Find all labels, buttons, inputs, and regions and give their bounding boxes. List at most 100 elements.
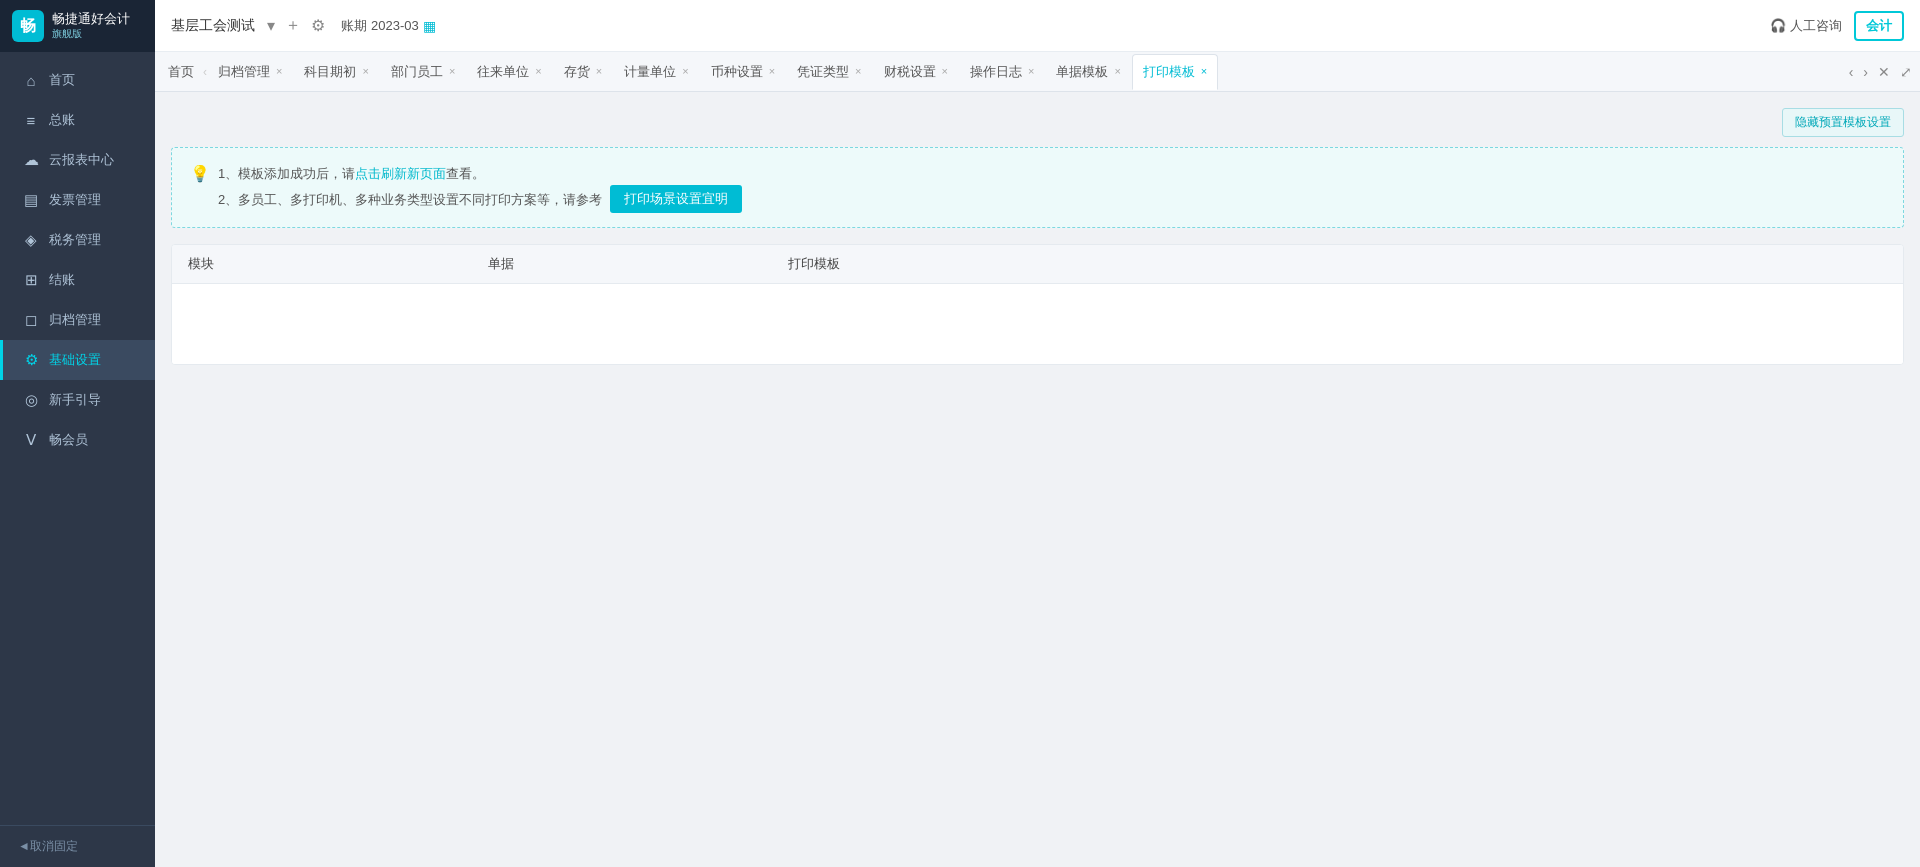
th-doc: 单据 <box>472 245 772 283</box>
bulb-icon: 💡 <box>190 164 210 183</box>
tab-archive-mgmt[interactable]: 归档管理 × <box>207 54 293 90</box>
sidebar-item-closing[interactable]: ⊞ 结账 <box>0 260 155 300</box>
tab-subject-init[interactable]: 科目期初 × <box>293 54 379 90</box>
sidebar-label-tax: 税务管理 <box>49 231 101 249</box>
app-edition: 旗舰版 <box>52 27 130 41</box>
notice-text-block: 1、模板添加成功后，请点击刷新新页面查看。 2、多员工、多打印机、多种业务类型设… <box>218 162 742 213</box>
sidebar-item-home[interactable]: ⌂ 首页 <box>0 60 155 100</box>
tab-suppliers-label: 往来单位 <box>477 63 529 81</box>
calendar-icon[interactable]: ▦ <box>423 18 436 34</box>
sidebar-label-cloud-report: 云报表中心 <box>49 151 114 169</box>
service-label: 人工咨询 <box>1790 17 1842 35</box>
period-value: 2023-03 <box>371 18 419 33</box>
tab-expand-icon[interactable]: ⤢ <box>1896 62 1916 82</box>
sidebar-item-cloud-report[interactable]: ☁ 云报表中心 <box>0 140 155 180</box>
invoice-icon: ▤ <box>21 191 41 209</box>
logo-text-block: 畅捷通好会计 旗舰版 <box>52 11 130 42</box>
tab-unit[interactable]: 计量单位 × <box>613 54 699 90</box>
company-name[interactable]: 基层工会测试 <box>171 17 255 35</box>
sidebar-label-ledger: 总账 <box>49 111 75 129</box>
notice-line2-prefix: 2、多员工、多打印机、多种业务类型设置不同打印方案等，请参考 <box>218 188 602 211</box>
tab-op-log[interactable]: 操作日志 × <box>959 54 1045 90</box>
tax-icon: ◈ <box>21 231 41 249</box>
tab-inventory[interactable]: 存货 × <box>553 54 613 90</box>
company-name-text: 基层工会测试 <box>171 17 255 35</box>
archive-icon: ◻ <box>21 311 41 329</box>
period-label: 账期 <box>341 17 367 35</box>
tab-bar: 首页 ‹ 归档管理 × 科目期初 × 部门员工 × 往来单位 × 存货 × 计量… <box>155 52 1920 92</box>
sidebar-label-invoice: 发票管理 <box>49 191 101 209</box>
tab-close-all-icon[interactable]: ✕ <box>1874 62 1894 82</box>
print-template-table: 模块 单据 打印模板 <box>171 244 1904 365</box>
tab-currency-label: 币种设置 <box>711 63 763 81</box>
tab-subject-init-label: 科目期初 <box>304 63 356 81</box>
tabbar-end-controls: ‹ › ✕ ⤢ <box>1845 62 1916 82</box>
sidebar-item-ledger[interactable]: ≡ 总账 <box>0 100 155 140</box>
tab-print-template-close[interactable]: × <box>1201 66 1207 77</box>
sidebar-logo: 畅 畅捷通好会计 旗舰版 <box>0 0 155 52</box>
notice-line1-prefix: 1、模板添加成功后，请 <box>218 166 355 181</box>
dropdown-arrow-icon[interactable]: ▾ <box>267 16 275 35</box>
sidebar-unpin-btn[interactable]: ◄取消固定 <box>0 825 155 867</box>
table-header: 模块 单据 打印模板 <box>172 245 1903 284</box>
sidebar-item-archive[interactable]: ◻ 归档管理 <box>0 300 155 340</box>
sidebar-label-home: 首页 <box>49 71 75 89</box>
print-explain-button[interactable]: 打印场景设置宜明 <box>610 185 742 213</box>
add-company-icon[interactable]: ＋ <box>285 15 301 36</box>
tab-unit-close[interactable]: × <box>682 66 688 77</box>
service-button[interactable]: 🎧 人工咨询 <box>1770 17 1842 35</box>
tab-print-template[interactable]: 打印模板 × <box>1132 54 1218 90</box>
notice-line1-suffix: 查看。 <box>446 166 485 181</box>
tab-op-log-close[interactable]: × <box>1028 66 1034 77</box>
logo-icon: 畅 <box>12 10 44 42</box>
sidebar-item-basic[interactable]: ⚙ 基础设置 <box>0 340 155 380</box>
tab-home-label: 首页 <box>168 63 194 81</box>
settings-icon[interactable]: ⚙ <box>311 16 325 35</box>
topbar: 基层工会测试 ▾ ＋ ⚙ 账期 2023-03 ▦ 🎧 人工咨询 会计 <box>155 0 1920 52</box>
tab-next-icon[interactable]: › <box>1859 62 1872 82</box>
tab-suppliers-close[interactable]: × <box>535 66 541 77</box>
sidebar: 畅 畅捷通好会计 旗舰版 ⌂ 首页 ≡ 总账 ☁ 云报表中心 ▤ 发票管理 ◈ … <box>0 0 155 867</box>
tab-dept-staff-label: 部门员工 <box>391 63 443 81</box>
tab-voucher-type[interactable]: 凭证类型 × <box>786 54 872 90</box>
tab-archive-mgmt-close[interactable]: × <box>276 66 282 77</box>
home-icon: ⌂ <box>21 72 41 89</box>
sidebar-nav: ⌂ 首页 ≡ 总账 ☁ 云报表中心 ▤ 发票管理 ◈ 税务管理 ⊞ 结账 ◻ 归… <box>0 52 155 825</box>
th-template: 打印模板 <box>772 245 1903 283</box>
ledger-icon: ≡ <box>21 112 41 129</box>
sidebar-item-guide[interactable]: ◎ 新手引导 <box>0 380 155 420</box>
kuaiji-label: 会计 <box>1866 18 1892 33</box>
sidebar-item-invoice[interactable]: ▤ 发票管理 <box>0 180 155 220</box>
tab-single-template[interactable]: 单据模板 × <box>1045 54 1131 90</box>
tab-single-template-close[interactable]: × <box>1114 66 1120 77</box>
tab-dept-staff-close[interactable]: × <box>449 66 455 77</box>
sidebar-item-tax[interactable]: ◈ 税务管理 <box>0 220 155 260</box>
kuaiji-button[interactable]: 会计 <box>1854 11 1904 41</box>
tab-unit-label: 计量单位 <box>624 63 676 81</box>
notice-refresh-link[interactable]: 点击刷新新页面 <box>355 166 446 181</box>
tab-voucher-type-close[interactable]: × <box>855 66 861 77</box>
basic-icon: ⚙ <box>21 351 41 369</box>
sidebar-item-member[interactable]: Ⅴ 畅会员 <box>0 420 155 460</box>
tab-tax-setting-label: 财税设置 <box>884 63 936 81</box>
tab-dept-staff[interactable]: 部门员工 × <box>380 54 466 90</box>
tab-tax-setting-close[interactable]: × <box>942 66 948 77</box>
tab-inventory-close[interactable]: × <box>596 66 602 77</box>
tab-tax-setting[interactable]: 财税设置 × <box>873 54 959 90</box>
tab-suppliers[interactable]: 往来单位 × <box>466 54 552 90</box>
tab-print-template-label: 打印模板 <box>1143 63 1195 81</box>
cloud-report-icon: ☁ <box>21 151 41 169</box>
sidebar-label-closing: 结账 <box>49 271 75 289</box>
guide-icon: ◎ <box>21 391 41 409</box>
tab-currency-close[interactable]: × <box>769 66 775 77</box>
topbar-actions: ▾ ＋ ⚙ <box>267 15 325 36</box>
tab-home[interactable]: 首页 <box>159 54 203 90</box>
notice-line2: 2、多员工、多打印机、多种业务类型设置不同打印方案等，请参考 打印场景设置宜明 <box>218 185 742 213</box>
hide-preset-template-button[interactable]: 隐藏预置模板设置 <box>1782 108 1904 137</box>
topbar-right: 🎧 人工咨询 会计 <box>1770 11 1904 41</box>
tab-currency[interactable]: 币种设置 × <box>700 54 786 90</box>
tab-prev-icon[interactable]: ‹ <box>1845 62 1858 82</box>
content-area: 隐藏预置模板设置 💡 1、模板添加成功后，请点击刷新新页面查看。 2、多员工、多… <box>155 92 1920 867</box>
sidebar-label-archive: 归档管理 <box>49 311 101 329</box>
tab-subject-init-close[interactable]: × <box>362 66 368 77</box>
